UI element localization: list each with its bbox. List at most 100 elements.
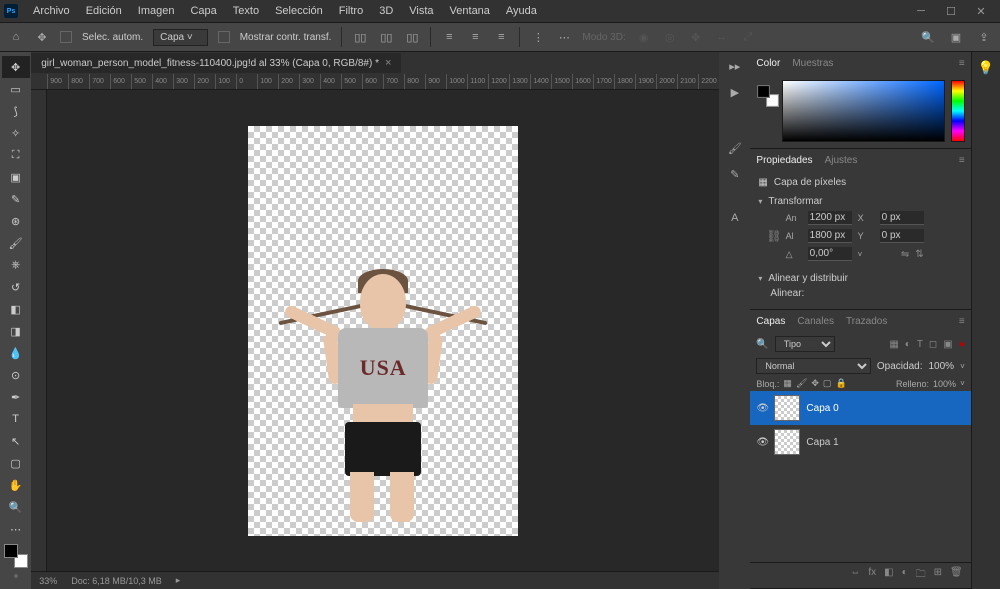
align-top-icon[interactable]: ≡ (441, 29, 457, 45)
flip-vertical-icon[interactable]: ⇅ (915, 249, 923, 260)
eraser-tool[interactable]: ◧ (2, 298, 30, 320)
align-section-header[interactable]: ▾ Alinear y distribuir (758, 271, 962, 286)
filter-type-icon[interactable]: T (917, 339, 923, 350)
link-layers-icon[interactable]: ⇔ (850, 567, 860, 584)
search-icon[interactable]: 🔍 (920, 29, 936, 45)
zoom-tool[interactable]: 🔍 (2, 496, 30, 518)
learn-panel-icon[interactable]: 💡 (978, 60, 994, 76)
path-selection-tool[interactable]: ↖ (2, 430, 30, 452)
tab-close-icon[interactable]: × (385, 57, 391, 69)
fill-value[interactable]: 100% (933, 379, 956, 389)
width-input[interactable] (808, 211, 852, 225)
y-input[interactable] (880, 229, 924, 243)
distribute-icon[interactable]: ⋮ (530, 29, 546, 45)
type-tool[interactable]: T (2, 408, 30, 430)
character-panel-icon[interactable]: A (727, 210, 743, 226)
brushes-icon[interactable]: ✎ (727, 166, 743, 182)
filter-shape-icon[interactable]: ◻ (929, 339, 937, 350)
maximize-button[interactable]: ☐ (936, 0, 966, 22)
history-panel-icon[interactable]: ▸▸ (727, 58, 743, 74)
lock-transparency-icon[interactable]: ▦ (783, 378, 792, 389)
filter-pixel-icon[interactable]: ▦ (889, 339, 898, 350)
angle-dropdown-icon[interactable]: ˅ (858, 250, 863, 259)
frame-tool[interactable]: ▣ (2, 166, 30, 188)
menu-archivo[interactable]: Archivo (26, 2, 77, 20)
layer-row[interactable]: 👁 Capa 0 (750, 391, 970, 425)
layer-filter-kind[interactable]: Tipo (775, 336, 835, 352)
menu-imagen[interactable]: Imagen (131, 2, 182, 20)
height-input[interactable] (808, 229, 852, 243)
menu-seleccion[interactable]: Selección (268, 2, 330, 20)
show-transform-checkbox[interactable] (218, 31, 230, 43)
crop-tool[interactable]: ⛶ (2, 144, 30, 166)
menu-3d[interactable]: 3D (372, 2, 400, 20)
panel-menu-icon[interactable]: ≡ (959, 58, 965, 69)
auto-select-checkbox[interactable] (60, 31, 72, 43)
tab-properties[interactable]: Propiedades (756, 155, 812, 166)
flip-horizontal-icon[interactable]: ⇋ (901, 249, 909, 260)
pen-tool[interactable]: ✒ (2, 386, 30, 408)
align-bottom-icon[interactable]: ≡ (493, 29, 509, 45)
layer-name-label[interactable]: Capa 1 (806, 437, 838, 448)
filter-adjustment-icon[interactable]: ◐ (905, 339, 911, 350)
hue-slider[interactable] (951, 80, 965, 142)
brush-tool[interactable]: 🖌 (2, 232, 30, 254)
x-input[interactable] (880, 211, 924, 225)
home-icon[interactable]: ⌂ (8, 29, 24, 45)
panel-menu-icon[interactable]: ≡ (959, 155, 965, 166)
edit-toolbar-icon[interactable]: ⋯ (2, 518, 30, 540)
chevron-down-icon[interactable]: ˅ (960, 362, 965, 371)
foreground-background-colors[interactable] (4, 544, 28, 568)
quick-mask-toggle[interactable] (14, 574, 18, 578)
gradient-tool[interactable]: ◨ (2, 320, 30, 342)
layer-thumbnail[interactable] (774, 429, 800, 455)
align-middle-icon[interactable]: ≡ (467, 29, 483, 45)
tab-color[interactable]: Color (756, 58, 780, 69)
tab-swatches[interactable]: Muestras (792, 58, 833, 69)
dodge-tool[interactable]: ⊙ (2, 364, 30, 386)
document-tab[interactable]: girl_woman_person_model_fitness-110400.j… (31, 53, 401, 73)
play-icon[interactable]: ▶ (727, 84, 743, 100)
group-layers-icon[interactable]: 🗀 (916, 567, 926, 584)
filter-smart-icon[interactable]: ▣ (943, 339, 952, 350)
foreground-color-swatch[interactable] (4, 544, 18, 558)
lock-all-icon[interactable]: 🔒 (835, 378, 846, 389)
lasso-tool[interactable]: ⟆ (2, 100, 30, 122)
layer-style-icon[interactable]: fx (868, 567, 876, 584)
hand-tool[interactable]: ✋ (2, 474, 30, 496)
doc-info[interactable]: Doc: 6,18 MB/10,3 MB (71, 576, 162, 586)
lock-pixels-icon[interactable]: 🖌 (796, 378, 807, 389)
chevron-down-icon[interactable]: ˅ (960, 379, 965, 388)
blend-mode-select[interactable]: Normal (756, 358, 870, 374)
tab-layers[interactable]: Capas (756, 316, 785, 327)
tab-paths[interactable]: Trazados (846, 316, 887, 327)
workspace-icon[interactable]: ▣ (948, 29, 964, 45)
eyedropper-tool[interactable]: ✎ (2, 188, 30, 210)
align-center-h-icon[interactable]: ▯▯ (378, 29, 394, 45)
menu-ventana[interactable]: Ventana (443, 2, 497, 20)
move-tool[interactable]: ✥ (2, 56, 30, 78)
healing-brush-tool[interactable]: ⊛ (2, 210, 30, 232)
marquee-tool[interactable]: ▭ (2, 78, 30, 100)
visibility-toggle-icon[interactable]: 👁 (756, 403, 768, 414)
more-options-icon[interactable]: ⋯ (556, 29, 572, 45)
magic-wand-tool[interactable]: ✧ (2, 122, 30, 144)
history-brush-tool[interactable]: ↺ (2, 276, 30, 298)
visibility-toggle-icon[interactable]: 👁 (756, 437, 768, 448)
filter-kind-icon[interactable]: 🔍 (756, 339, 768, 350)
layer-thumbnail[interactable] (774, 395, 800, 421)
new-layer-icon[interactable]: ⊞ (934, 567, 942, 584)
adjustment-layer-icon[interactable]: ◐ (902, 567, 908, 584)
clone-stamp-tool[interactable]: ⎈ (2, 254, 30, 276)
transform-section-header[interactable]: ▾ Transformar (758, 194, 962, 209)
filter-toggle-icon[interactable]: ● (959, 339, 965, 350)
tab-channels[interactable]: Canales (797, 316, 834, 327)
menu-texto[interactable]: Texto (226, 2, 266, 20)
menu-capa[interactable]: Capa (183, 2, 223, 20)
status-arrow-icon[interactable]: ▸ (176, 575, 181, 586)
align-left-icon[interactable]: ▯▯ (352, 29, 368, 45)
align-right-icon[interactable]: ▯▯ (404, 29, 420, 45)
lock-position-icon[interactable]: ✥ (811, 378, 819, 389)
lock-nesting-icon[interactable]: ▢ (823, 378, 832, 389)
shape-tool[interactable]: ▢ (2, 452, 30, 474)
